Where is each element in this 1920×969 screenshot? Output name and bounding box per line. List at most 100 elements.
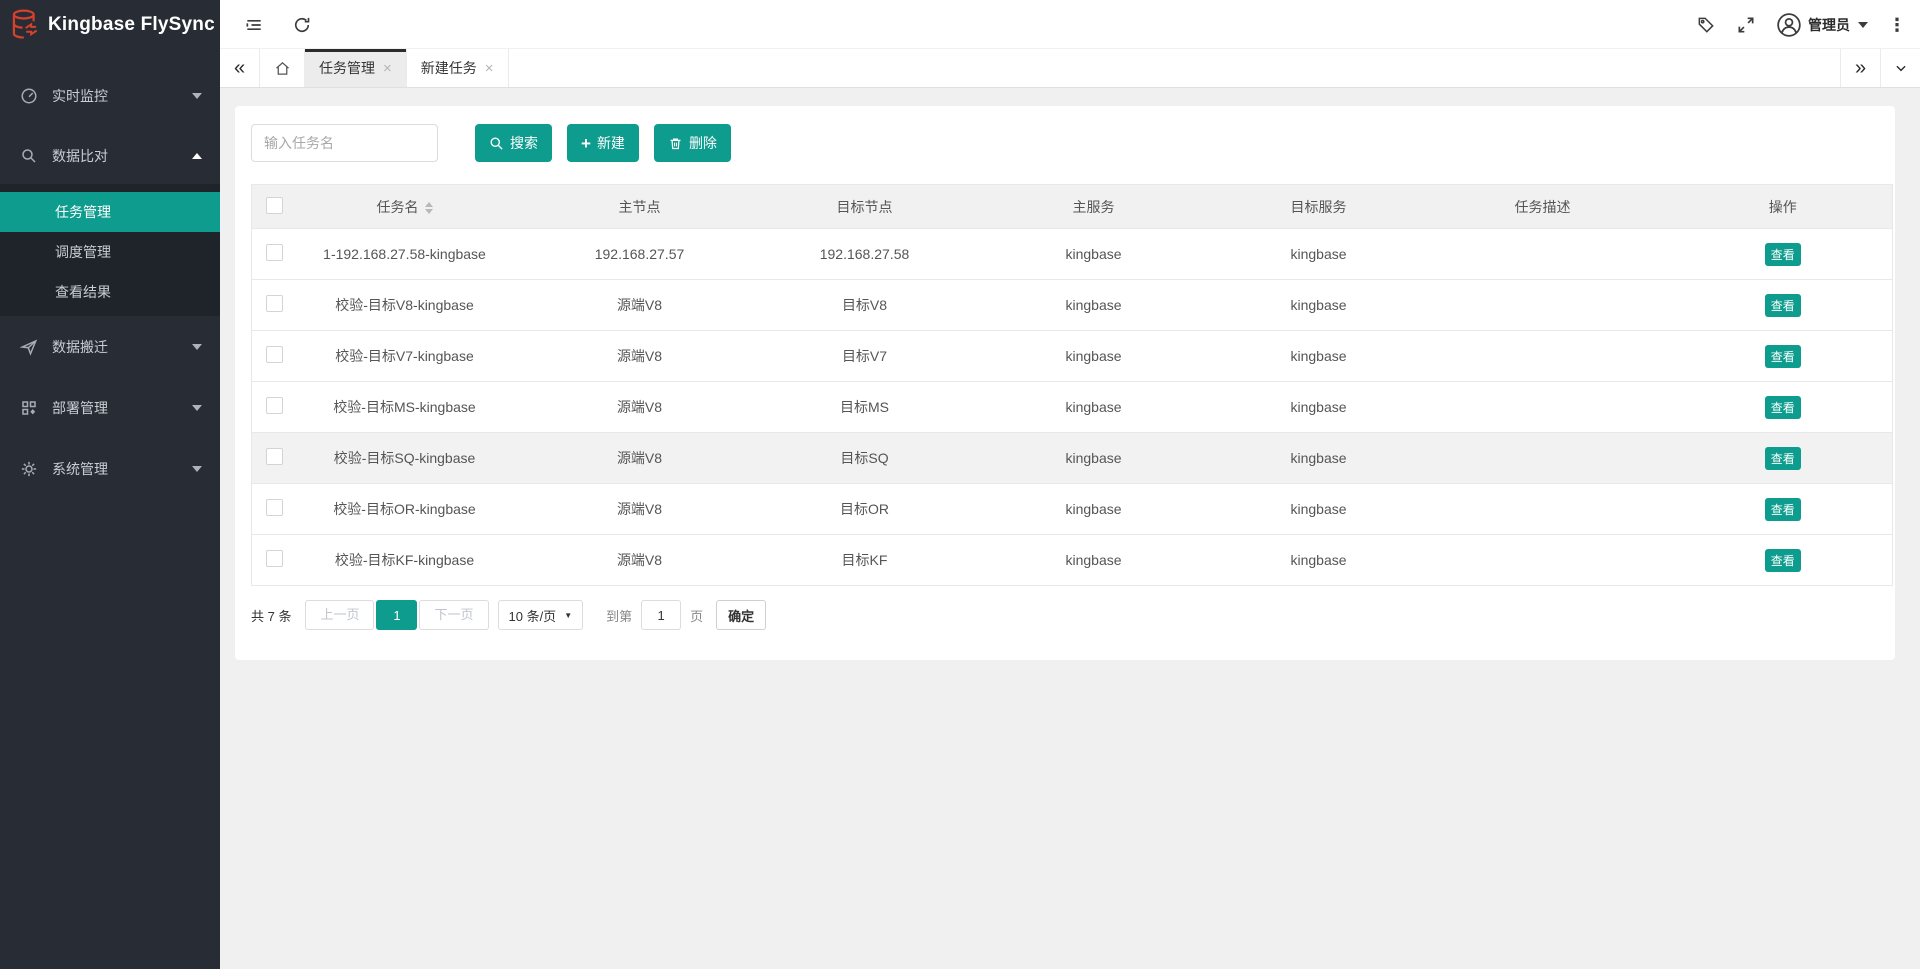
- view-button[interactable]: 查看: [1764, 293, 1801, 317]
- row-checkbox[interactable]: [266, 244, 284, 261]
- sort-icon[interactable]: [424, 201, 433, 214]
- plus-icon: +: [581, 133, 591, 153]
- table-header-row: 任务名 主节点 目标节点 主服务 目标服务 任务描述 操作: [251, 184, 1893, 229]
- delete-button[interactable]: 删除: [653, 124, 731, 162]
- search-button[interactable]: 搜索: [475, 124, 552, 162]
- view-button[interactable]: 查看: [1764, 242, 1801, 266]
- select-all-checkbox[interactable]: [266, 196, 284, 214]
- delete-button-label: 删除: [688, 135, 717, 151]
- refresh-icon[interactable]: [292, 15, 312, 35]
- sidebar-item-system-management[interactable]: 系统管理: [0, 444, 220, 494]
- sidebar-item-data-compare[interactable]: 数据比对: [0, 131, 220, 181]
- column-header-task-description: 任务描述: [1411, 184, 1674, 229]
- chevron-up-icon: [192, 153, 202, 159]
- chevron-down-icon: [192, 405, 202, 411]
- sidebar-item-task-management[interactable]: 任务管理: [0, 192, 220, 232]
- sidebar-item-realtime-monitor[interactable]: 实时监控: [0, 71, 220, 121]
- avatar-icon: [1776, 12, 1802, 38]
- cell-target-service: kingbase: [1225, 228, 1412, 280]
- sidebar-item-schedule-management[interactable]: 调度管理: [0, 232, 220, 272]
- goto-page-label: 到第: [606, 608, 633, 624]
- fullscreen-icon[interactable]: [1736, 15, 1756, 35]
- main-content: 搜索 + 新建 删除: [220, 88, 1920, 969]
- sidebar-item-label: 系统管理: [52, 461, 108, 477]
- task-table: 任务名 主节点 目标节点 主服务 目标服务 任务描述 操作 1-192.168.…: [251, 184, 1893, 586]
- home-tab[interactable]: [260, 49, 305, 87]
- caret-down-icon: [1858, 21, 1868, 28]
- view-button[interactable]: 查看: [1764, 548, 1801, 572]
- top-header: 管理员 ⋮: [220, 0, 1920, 49]
- content-card: 搜索 + 新建 删除: [235, 106, 1895, 660]
- cell-master-node: 源端V8: [511, 279, 768, 331]
- tag-icon[interactable]: [1696, 15, 1716, 35]
- cell-master-node: 源端V8: [511, 432, 768, 484]
- row-checkbox[interactable]: [266, 295, 284, 312]
- scroll-tabs-left-button[interactable]: «: [220, 49, 260, 87]
- close-icon[interactable]: ×: [383, 61, 392, 76]
- cell-master-service: kingbase: [961, 432, 1226, 484]
- tab-task-management[interactable]: 任务管理 ×: [305, 49, 407, 87]
- cell-target-node: 192.168.27.58: [767, 228, 962, 280]
- current-page-button[interactable]: 1: [376, 600, 418, 630]
- sidebar: Kingbase FlySync 实时监控 数据比对 任务管理 调度管理 查看结…: [0, 0, 220, 969]
- page-size-select[interactable]: 10 条/页 ▼: [497, 600, 584, 630]
- table-row: 1-192.168.27.58-kingbase 192.168.27.57 1…: [251, 228, 1893, 280]
- row-checkbox[interactable]: [266, 397, 284, 414]
- tab-new-task[interactable]: 新建任务 ×: [407, 49, 509, 87]
- scroll-tabs-right-button[interactable]: »: [1840, 49, 1880, 87]
- total-count-label: 共 7 条: [251, 608, 292, 624]
- view-button[interactable]: 查看: [1764, 446, 1801, 470]
- tabs-dropdown-button[interactable]: [1880, 49, 1920, 87]
- app-title: Kingbase FlySync: [48, 13, 215, 35]
- cell-master-service: kingbase: [961, 330, 1226, 382]
- tab-bar: « 任务管理 × 新建任务 × »: [220, 49, 1920, 88]
- cell-target-node: 目标V8: [767, 279, 962, 331]
- user-menu[interactable]: 管理员: [1776, 12, 1868, 38]
- goto-confirm-button[interactable]: 确定: [716, 600, 767, 630]
- unfold-menu-icon[interactable]: [244, 15, 264, 35]
- view-button[interactable]: 查看: [1764, 497, 1801, 521]
- view-button[interactable]: 查看: [1764, 344, 1801, 368]
- cell-master-service: kingbase: [961, 483, 1226, 535]
- cell-target-node: 目标KF: [767, 534, 962, 586]
- kebab-menu-icon[interactable]: ⋮: [1888, 16, 1906, 34]
- column-label: 任务名: [376, 198, 419, 215]
- close-icon[interactable]: ×: [485, 61, 494, 76]
- prev-page-button[interactable]: 上一页: [305, 600, 375, 630]
- row-checkbox[interactable]: [266, 499, 284, 516]
- cell-task-name: 校验-目标V8-kingbase: [297, 279, 512, 331]
- row-checkbox[interactable]: [266, 550, 284, 567]
- cell-target-node: 目标OR: [767, 483, 962, 535]
- sidebar-item-deploy-management[interactable]: 部署管理: [0, 383, 220, 433]
- tabbar-spacer: [509, 49, 1840, 87]
- cell-target-service: kingbase: [1225, 483, 1412, 535]
- cell-master-service: kingbase: [961, 279, 1226, 331]
- search-button-label: 搜索: [510, 135, 538, 151]
- chevron-down-icon: [192, 93, 202, 99]
- next-page-button[interactable]: 下一页: [419, 600, 489, 630]
- column-header-task-name[interactable]: 任务名: [297, 184, 512, 229]
- app-logo: Kingbase FlySync: [0, 0, 220, 49]
- cell-target-service: kingbase: [1225, 432, 1412, 484]
- cell-master-node: 源端V8: [511, 381, 768, 433]
- column-header-target-service: 目标服务: [1225, 184, 1412, 229]
- table-row: 校验-目标KF-kingbase 源端V8 目标KF kingbase king…: [251, 534, 1893, 586]
- cell-target-service: kingbase: [1225, 381, 1412, 433]
- sidebar-item-view-results[interactable]: 查看结果: [0, 272, 220, 312]
- task-toolbar: 搜索 + 新建 删除: [251, 124, 1892, 162]
- cell-master-node: 192.168.27.57: [511, 228, 768, 280]
- create-button[interactable]: + 新建: [567, 124, 639, 162]
- cell-master-service: kingbase: [961, 534, 1226, 586]
- view-button[interactable]: 查看: [1764, 395, 1801, 419]
- sidebar-item-data-migration[interactable]: 数据搬迁: [0, 322, 220, 372]
- table-row: 校验-目标V8-kingbase 源端V8 目标V8 kingbase king…: [251, 279, 1893, 331]
- page-size-value: 10 条/页: [508, 608, 557, 624]
- tab-label: 任务管理: [319, 60, 375, 76]
- row-checkbox[interactable]: [266, 448, 284, 465]
- cell-target-node: 目标V7: [767, 330, 962, 382]
- row-checkbox[interactable]: [266, 346, 284, 363]
- goto-page-input[interactable]: [641, 600, 682, 630]
- trash-icon: [670, 138, 681, 149]
- cell-target-node: 目标SQ: [767, 432, 962, 484]
- task-name-search-input[interactable]: [251, 124, 438, 162]
